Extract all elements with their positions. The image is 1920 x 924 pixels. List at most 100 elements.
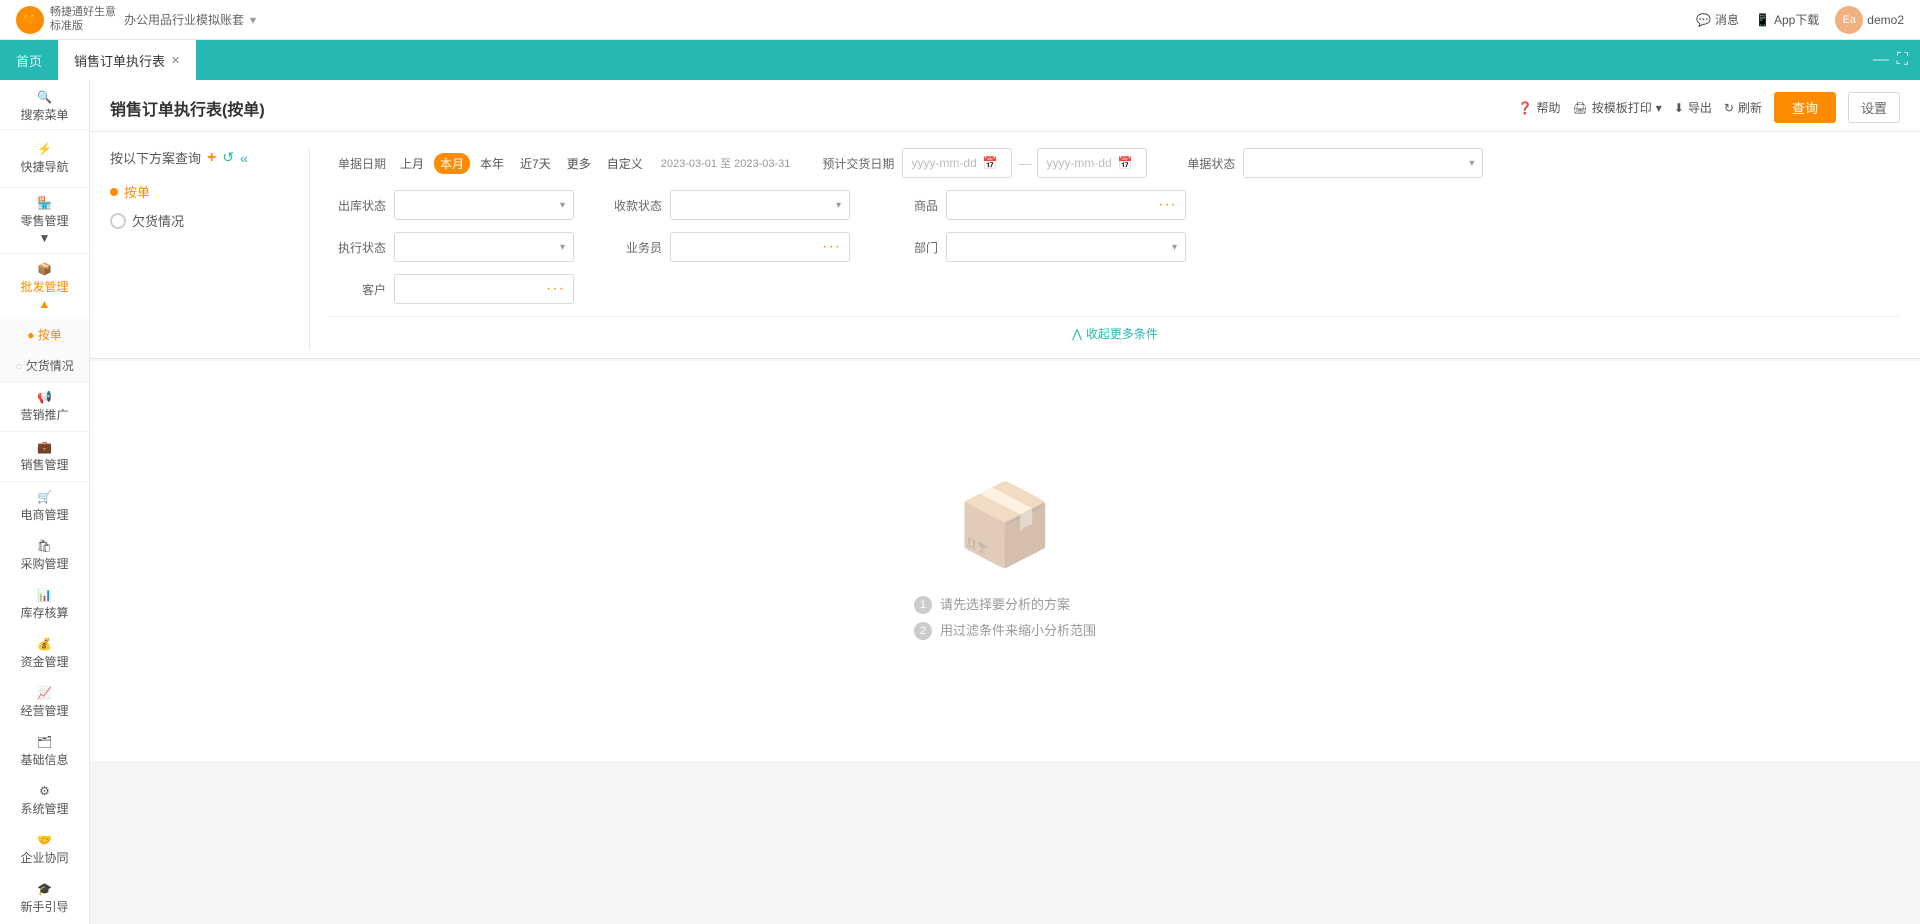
avatar: Ea <box>1835 6 1863 34</box>
expected-date-end-input[interactable]: yyyy-mm-dd 📅 <box>1037 148 1147 178</box>
exec-status-label: 执行状态 <box>330 239 386 256</box>
sidebar-item-sales[interactable]: 💼 销售管理 <box>0 432 89 481</box>
message-button[interactable]: 💬 消息 <box>1696 11 1739 28</box>
refresh-icon: ↻ <box>1724 101 1734 115</box>
sidebar-item-inventory[interactable]: 📊 库存核算 <box>0 580 89 629</box>
query-button[interactable]: 查询 <box>1774 92 1836 123</box>
filter-payment-status-field: 收款状态 ▾ <box>606 190 850 220</box>
sidebar-item-retail[interactable]: 🏪 零售管理 ▼ <box>0 188 89 253</box>
tab-sales-order-exec[interactable]: 销售订单执行表 ✕ <box>58 40 196 80</box>
exec-status-select[interactable]: ▾ <box>394 232 574 262</box>
delivery-status-chevron-icon: ▾ <box>560 200 565 211</box>
sidebar-item-quick-nav[interactable]: ⚡ 快捷导航 <box>0 134 89 183</box>
sidebar-item-wholesale[interactable]: 📦 批发管理 ▲ <box>0 254 89 319</box>
user-profile[interactable]: Ea demo2 <box>1835 6 1904 34</box>
tab-minimize-icon[interactable]: — <box>1873 51 1889 69</box>
scheme-option-debt[interactable]: 欠货情况 <box>110 206 293 235</box>
add-scheme-button[interactable]: + <box>207 149 216 167</box>
tab-close-icon[interactable]: ✕ <box>171 54 180 67</box>
sidebar-search[interactable]: 🔍 搜索菜单 <box>0 80 89 130</box>
filter-row-1: 单据日期 上月 本月 本年 近7天 更多 自定义 2023-03-01 至 20… <box>330 148 1900 178</box>
breadcrumb-dropdown-icon[interactable]: ▾ <box>250 13 256 27</box>
date-tab-current-year[interactable]: 本年 <box>474 153 510 174</box>
delivery-status-label: 出库状态 <box>330 197 386 214</box>
sidebar-item-operations[interactable]: 📈 经营管理 <box>0 678 89 727</box>
date-tab-last7[interactable]: 近7天 <box>514 153 557 174</box>
page-title: 销售订单执行表(按单) <box>110 96 265 120</box>
scheme-option-order-exec[interactable]: 按单 <box>110 177 293 206</box>
goods-input[interactable]: ··· <box>946 190 1186 220</box>
settings-button[interactable]: 设置 <box>1848 92 1900 123</box>
goods-dots-icon[interactable]: ··· <box>1158 196 1177 214</box>
inventory-icon: 📊 <box>37 588 52 602</box>
help-button[interactable]: ❓ 帮助 <box>1518 99 1561 116</box>
filter-goods-field: 商品 ··· <box>882 190 1186 220</box>
sidebar-item-purchase[interactable]: 🛍 采购管理 <box>0 531 89 580</box>
tab-maximize-icon[interactable]: ⛶ <box>1897 51 1908 69</box>
exec-status-chevron-icon: ▾ <box>560 242 565 253</box>
export-button[interactable]: ⬇ 导出 <box>1674 99 1712 116</box>
guide-icon: 🎓 <box>37 882 52 896</box>
department-label: 部门 <box>882 239 938 256</box>
app-download-button[interactable]: 📱 App下载 <box>1755 11 1819 28</box>
step-1-num: 1 <box>914 596 932 614</box>
retail-icon: 🏪 <box>37 196 52 210</box>
date-tab-custom[interactable]: 自定义 <box>601 153 649 174</box>
refresh-button[interactable]: ↻ 刷新 <box>1724 99 1762 116</box>
sidebar-item-basic[interactable]: 🗂 基础信息 <box>0 727 89 776</box>
filter-department-field: 部门 ▾ <box>882 232 1186 262</box>
purchase-icon: 🛍 <box>37 539 52 553</box>
wholesale-sub-items: ● 按单 ○ 欠货情况 <box>0 319 89 381</box>
finance-icon: 💰 <box>37 637 52 651</box>
print-dropdown-icon: ▾ <box>1656 101 1662 115</box>
sidebar-item-ecommerce[interactable]: 🛒 电商管理 <box>0 482 89 531</box>
ecommerce-icon: 🛒 <box>37 490 52 504</box>
logo-text: 畅捷通好生意 标准版 <box>50 6 116 32</box>
date-tabs: 上月 本月 本年 近7天 更多 自定义 <box>394 153 649 174</box>
tab-home[interactable]: 首页 <box>0 40 58 80</box>
sidebar-item-marketing[interactable]: 📢 营销推广 <box>0 382 89 431</box>
payment-status-chevron-icon: ▾ <box>836 200 841 211</box>
date-tab-last-month[interactable]: 上月 <box>394 153 430 174</box>
sales-icon: 💼 <box>37 440 52 454</box>
marketing-icon: 📢 <box>37 390 52 404</box>
sidebar-sub-item-order-exec[interactable]: ● 按单 <box>0 319 89 350</box>
calendar-end-icon: 📅 <box>1118 156 1133 170</box>
expected-date-label: 预计交货日期 <box>822 155 894 172</box>
salesperson-dots-icon[interactable]: ··· <box>822 238 841 256</box>
order-status-select[interactable]: ▾ <box>1243 148 1483 178</box>
date-tab-current-month[interactable]: 本月 <box>434 153 470 174</box>
filter-panel: 按以下方案查询 + ↺ « 按单 欠货情况 <box>90 132 1920 359</box>
empty-step-1: 1 请先选择要分析的方案 <box>914 592 1096 618</box>
salesperson-input[interactable]: ··· <box>670 232 850 262</box>
system-icon: ⚙ <box>39 784 50 798</box>
department-select[interactable]: ▾ <box>946 232 1186 262</box>
date-tab-more[interactable]: 更多 <box>561 153 597 174</box>
top-bar-right: 💬 消息 📱 App下载 Ea demo2 <box>1696 6 1904 34</box>
operations-icon: 📈 <box>37 686 52 700</box>
filter-scheme-panel: 按以下方案查询 + ↺ « 按单 欠货情况 <box>110 148 310 350</box>
calendar-icon: 📅 <box>983 156 998 170</box>
sidebar-sub-item-debt[interactable]: ○ 欠货情况 <box>0 350 89 381</box>
customer-input[interactable]: ··· <box>394 274 574 304</box>
customer-dots-icon[interactable]: ··· <box>546 280 565 298</box>
delivery-status-select[interactable]: ▾ <box>394 190 574 220</box>
sidebar-item-guide[interactable]: 🎓 新手引导 <box>0 874 89 923</box>
sidebar: 🔍 搜索菜单 ⚡ 快捷导航 🏪 零售管理 ▼ 📦 批发管理 ▲ <box>0 80 90 924</box>
payment-status-select[interactable]: ▾ <box>670 190 850 220</box>
sidebar-item-system[interactable]: ⚙ 系统管理 <box>0 776 89 825</box>
refresh-scheme-icon[interactable]: ↺ <box>222 149 234 166</box>
sidebar-item-enterprise[interactable]: 🤝 企业协同 <box>0 825 89 874</box>
print-button[interactable]: 🖨 按模板打印 ▾ <box>1573 99 1662 116</box>
logo-icon: 🧡 <box>16 6 44 34</box>
collapse-filter-button[interactable]: ⋀ 收起更多条件 <box>330 316 1900 350</box>
active-scheme-indicator <box>110 188 118 196</box>
expected-date-start-input[interactable]: yyyy-mm-dd 📅 <box>902 148 1012 178</box>
sidebar-group-marketing: 📢 营销推广 <box>0 382 89 432</box>
date-range-display: 2023-03-01 至 2023-03-31 <box>661 155 791 171</box>
collapse-scheme-icon[interactable]: « <box>240 150 248 166</box>
sidebar-group-sales: 💼 销售管理 <box>0 432 89 482</box>
sidebar-item-finance[interactable]: 💰 资金管理 <box>0 629 89 678</box>
sidebar-group-retail: 🏪 零售管理 ▼ <box>0 188 89 254</box>
filter-salesperson-field: 业务员 ··· <box>606 232 850 262</box>
